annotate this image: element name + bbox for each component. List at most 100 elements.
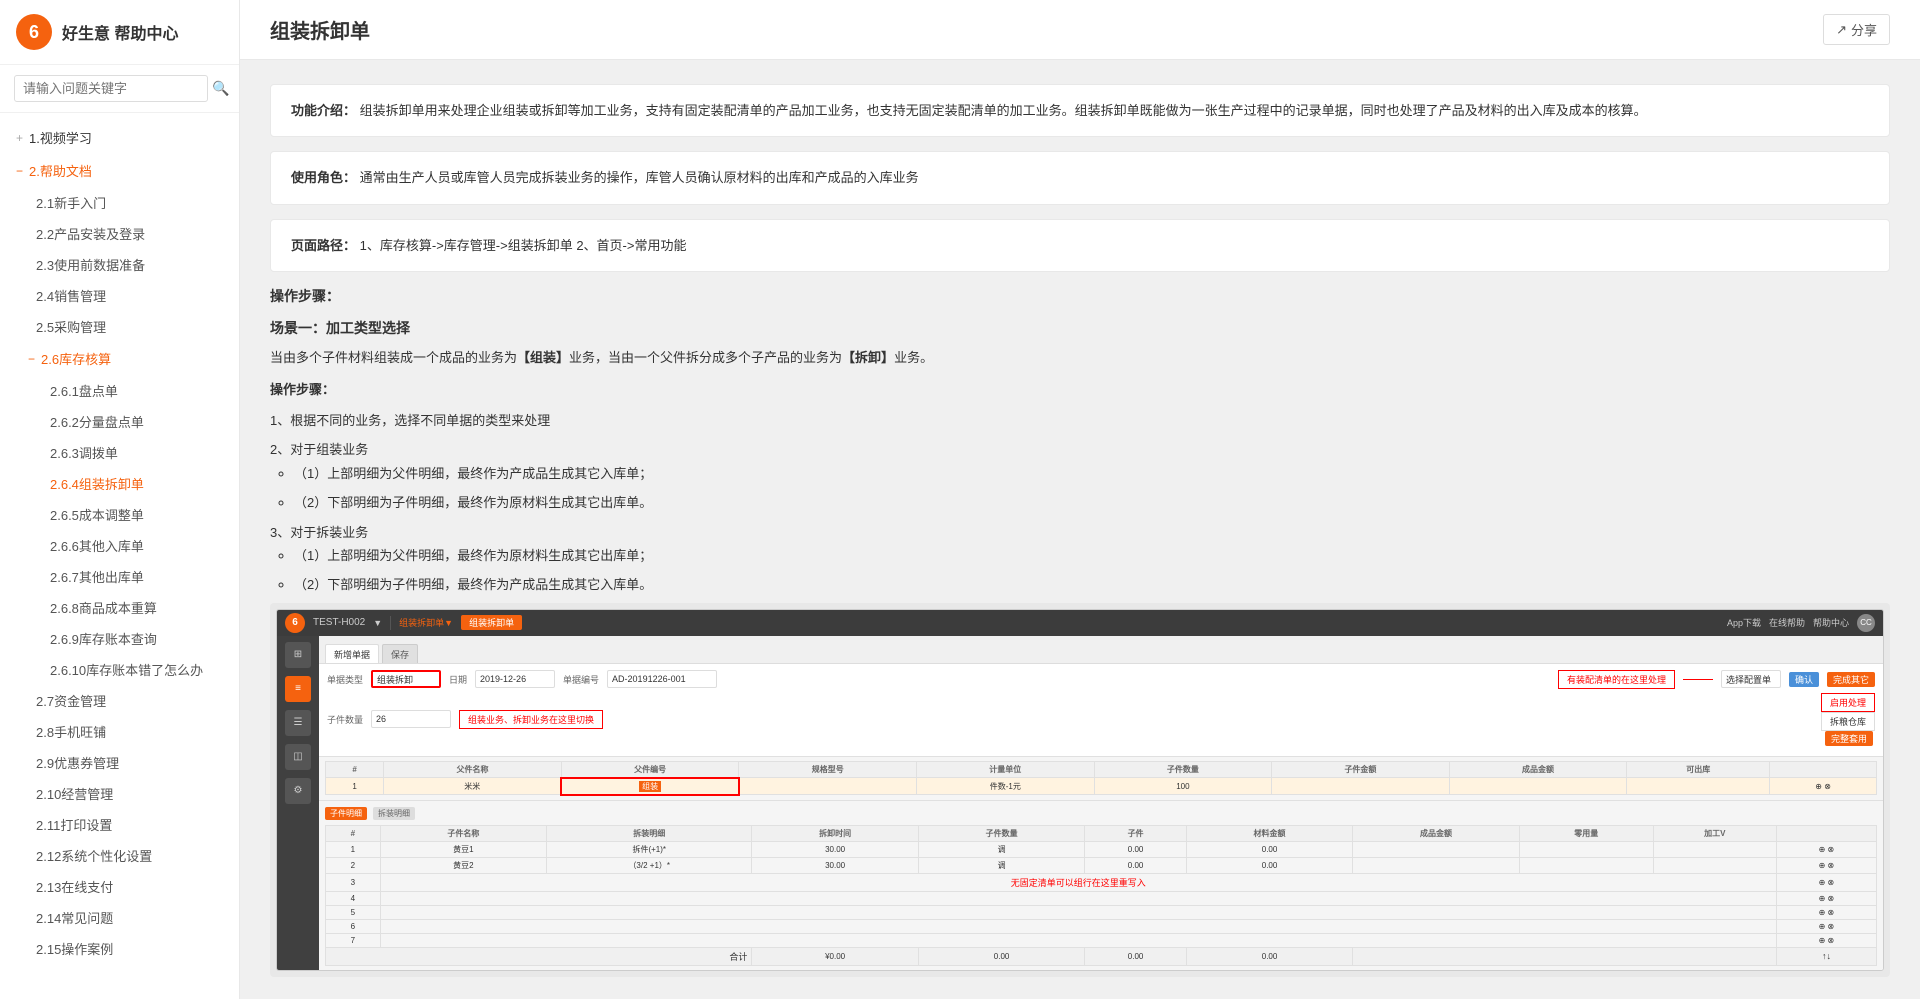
- screen-new-btn[interactable]: 组装拆卸单▼: [399, 616, 453, 629]
- sidebar-item-payment[interactable]: 2.13在线支付: [0, 871, 239, 902]
- sidebar-item-267[interactable]: 2.6.7其他出库单: [0, 561, 239, 592]
- sidebar-item-faq[interactable]: 2.14常见问题: [0, 902, 239, 933]
- sr-4-empty: [380, 891, 1776, 905]
- sidebar-item-dataprep[interactable]: 2.3使用前数据准备: [0, 249, 239, 280]
- screen-icon-home[interactable]: ⊞: [285, 642, 311, 668]
- sr-1-qty: 调: [918, 841, 1084, 857]
- sr-2-op: ⊕ ⊗: [1776, 857, 1876, 873]
- logo-icon: 6: [16, 14, 52, 50]
- screen-tab-new[interactable]: 新增单据: [325, 644, 379, 663]
- intro-box: 功能介绍： 组装拆卸单用来处理企业组装或拆卸等加工业务，支持有固定装配清单的产品…: [270, 84, 1890, 137]
- sidebar-item-269[interactable]: 2.6.9库存账本查询: [0, 623, 239, 654]
- sub-tab-inactive[interactable]: 拆装明细: [373, 807, 415, 820]
- sub-total-row: 合计 ¥0.00 0.00 0.00 0.00 ↑↓: [326, 947, 1877, 965]
- sidebar-item-finance[interactable]: 2.7资金管理: [0, 685, 239, 716]
- sr-2-name: 黄豆2: [380, 857, 546, 873]
- sidebar-item-ops[interactable]: 2.10经营管理: [0, 778, 239, 809]
- screen-orange-btn[interactable]: 组装拆卸单: [461, 615, 522, 630]
- screen-main: 新增单据 保存 单据类型 组装拆卸 日期 2019-12-26 单据编号: [319, 636, 1883, 970]
- sidebar-item-262[interactable]: 2.6.2分量盘点单: [0, 406, 239, 437]
- sidebar-item-install[interactable]: 2.2产品安装及登录: [0, 218, 239, 249]
- th-prod-amt: 成品金额: [1449, 761, 1627, 778]
- sidebar-inventory-label: 2.6库存核算: [41, 349, 111, 368]
- screen-icon-4[interactable]: ◫: [285, 744, 311, 770]
- upper-table-wrapper: # 父件名称 父件编号 规格型号 计量单位 子件数量 子件金额 成品金额 可出库: [319, 757, 1883, 800]
- screen-separator: ▼: [373, 618, 382, 628]
- sidebar-item-video[interactable]: + 1.视频学习: [0, 121, 239, 154]
- step2: 2、对于组装业务（1）上部明细为父件明细，最终作为产成品生成其它入库单；（2）下…: [270, 438, 1890, 514]
- sf-apply-btn[interactable]: 完整套用: [1825, 731, 1873, 746]
- scene1-para1: 当由多个子件材料组装成一个成品的业务为【组装】业务，当由一个父件拆分成多个子产品…: [270, 346, 1890, 369]
- sidebar-item-purchase[interactable]: 2.5采购管理: [0, 311, 239, 342]
- sth-time: 拆卸时间: [752, 825, 918, 841]
- screen-tab-save[interactable]: 保存: [382, 644, 418, 663]
- sth-num: #: [326, 825, 381, 841]
- sth-detail: 拆装明细: [547, 825, 752, 841]
- sub-tab-active[interactable]: 子件明细: [325, 807, 367, 820]
- sub-total-4: 0.00: [1186, 947, 1352, 965]
- sidebar-item-print[interactable]: 2.11打印设置: [0, 809, 239, 840]
- step3-subs: （1）上部明细为父件明细，最终作为原材料生成其它出库单；（2）下部明细为子件明细…: [270, 544, 1890, 597]
- sf-warehouse-input[interactable]: 拆粮仓库: [1821, 712, 1875, 731]
- sr-1-zero: [1519, 841, 1653, 857]
- sub-total-1: ¥0.00: [752, 947, 918, 965]
- sth-ops: [1776, 825, 1876, 841]
- sf-docno-input[interactable]: AD-20191226-001: [607, 670, 717, 688]
- search-input[interactable]: [14, 75, 208, 102]
- sr-5-op: ⊕ ⊗: [1776, 905, 1876, 919]
- sf-count-label: 子件数量: [327, 713, 363, 726]
- share-button[interactable]: ↗ 分享: [1823, 14, 1890, 45]
- screen-icon-active[interactable]: ≡: [285, 676, 311, 702]
- step2-sub1: （1）上部明细为父件明细，最终作为产成品生成其它入库单；: [294, 462, 1890, 485]
- sidebar-item-sales[interactable]: 2.4销售管理: [0, 280, 239, 311]
- sidebar-item-266[interactable]: 2.6.6其他入库单: [0, 530, 239, 561]
- steps-list: 1、根据不同的业务，选择不同单据的类型来处理 2、对于组装业务（1）上部明细为父…: [270, 409, 1890, 597]
- sidebar-item-264[interactable]: 2.6.4组装拆卸单: [0, 468, 239, 499]
- sf-row-1: 单据类型 组装拆卸 日期 2019-12-26 单据编号 AD-20191226…: [327, 670, 1875, 689]
- th-child-amt: 子件金额: [1272, 761, 1450, 778]
- screen-icon-3[interactable]: ☰: [285, 710, 311, 736]
- sf-count-input[interactable]: 26: [371, 710, 451, 728]
- sub-row-6: 6 ⊕ ⊗: [326, 919, 1877, 933]
- logo-text: 好生意 帮助中心: [62, 20, 178, 44]
- screen-body: ⊞ ≡ ☰ ◫ ⚙ 新增单据 保存: [277, 636, 1883, 970]
- sidebar-item-coupon[interactable]: 2.9优惠券管理: [0, 747, 239, 778]
- sf-bom-input[interactable]: 选择配置单: [1721, 670, 1781, 688]
- sf-confirm-btn[interactable]: 确认: [1789, 672, 1819, 687]
- share-label: 分享: [1851, 20, 1877, 39]
- th-spec: 规格型号: [739, 761, 917, 778]
- sidebar-item-newbie[interactable]: 2.1新手入门: [0, 187, 239, 218]
- sf-submit-btn[interactable]: 完成其它: [1827, 672, 1875, 687]
- sth-zero: 零用量: [1519, 825, 1653, 841]
- sidebar-item-docs[interactable]: − 2.帮助文档: [0, 154, 239, 187]
- sidebar-item-261[interactable]: 2.6.1盘点单: [0, 375, 239, 406]
- sf-date-input[interactable]: 2019-12-26: [475, 670, 555, 688]
- sidebar-item-inventory[interactable]: − 2.6库存核算: [0, 342, 239, 375]
- sidebar-item-custom[interactable]: 2.12系统个性化设置: [0, 840, 239, 871]
- sidebar-item-2610[interactable]: 2.6.10库存账本错了怎么办: [0, 654, 239, 685]
- sidebar-item-265[interactable]: 2.6.5成本调整单: [0, 499, 239, 530]
- search-button[interactable]: 🔍: [212, 80, 229, 97]
- sidebar-item-cases[interactable]: 2.15操作案例: [0, 933, 239, 964]
- sidebar-item-268[interactable]: 2.6.8商品成本重算: [0, 592, 239, 623]
- ops-section: 操作步骤： 场景一：加工类型选择 当由多个子件材料组装成一个成品的业务为【组装】…: [270, 286, 1890, 597]
- sf-type-input[interactable]: 组装拆卸: [371, 670, 441, 688]
- sr-2-zero: [1519, 857, 1653, 873]
- sr-6-empty: [380, 919, 1776, 933]
- sr-2-detail: （3/2 +1）*: [547, 857, 752, 873]
- sf-type-label: 单据类型: [327, 673, 363, 686]
- sr-3-op: ⊕ ⊗: [1776, 873, 1876, 891]
- td-1-num: 1: [326, 778, 384, 795]
- sidebar-item-263[interactable]: 2.6.3调拨单: [0, 437, 239, 468]
- sr-5-empty: [380, 905, 1776, 919]
- th-parent-name: 父件名称: [384, 761, 562, 778]
- role-text: 通常由生产人员或库管人员完成拆装业务的操作，库管人员确认原材料的出库和产成品的入…: [360, 170, 919, 185]
- sidebar-item-mobile[interactable]: 2.8手机旺铺: [0, 716, 239, 747]
- th-num: #: [326, 761, 384, 778]
- sr-1-op: ⊕ ⊗: [1776, 841, 1876, 857]
- role-box: 使用角色： 通常由生产人员或库管人员完成拆装业务的操作，库管人员确认原材料的出库…: [270, 151, 1890, 204]
- sub-row-5: 5 ⊕ ⊗: [326, 905, 1877, 919]
- screen-icon-5[interactable]: ⚙: [285, 778, 311, 804]
- td-1-pamt: [1449, 778, 1627, 795]
- sr-6-num: 6: [326, 919, 381, 933]
